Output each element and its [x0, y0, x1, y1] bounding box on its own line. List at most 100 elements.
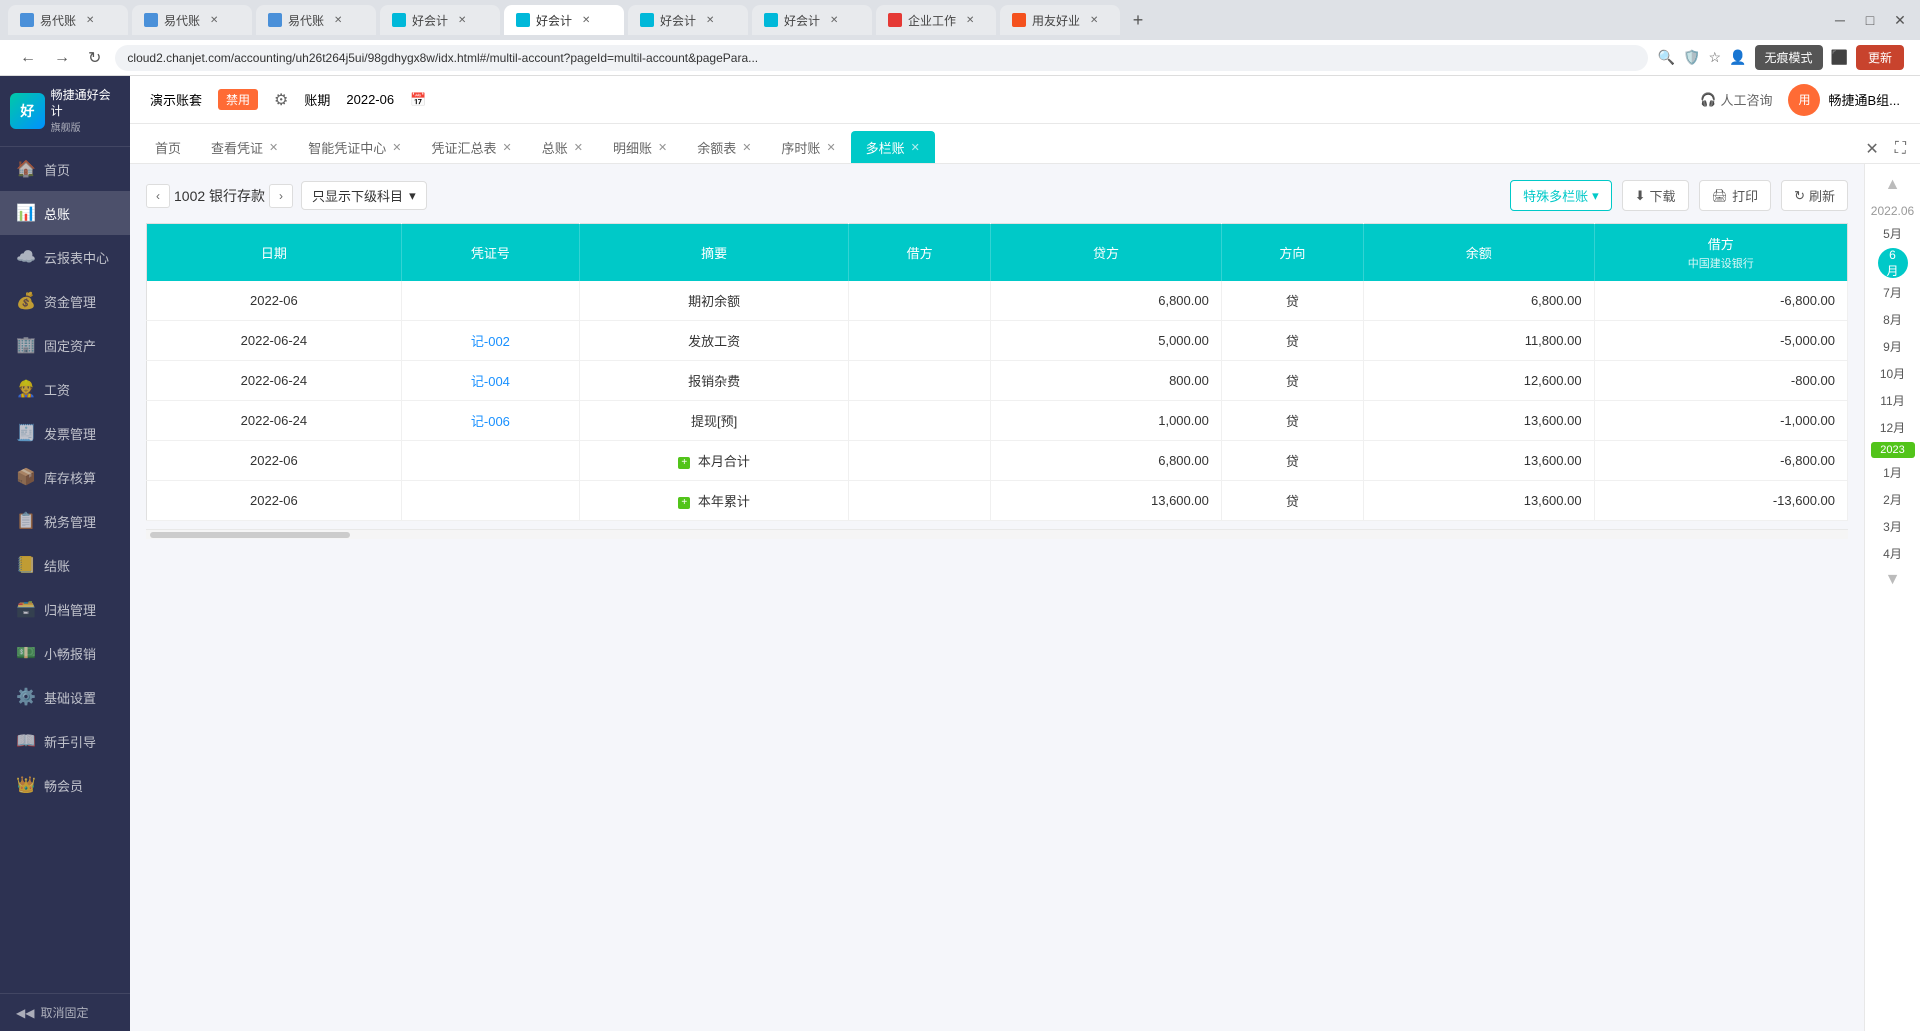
tab-close-1[interactable]: ✕: [86, 15, 94, 26]
timeline-month-apr[interactable]: 4月: [1871, 541, 1915, 566]
tab-multi-column[interactable]: 多栏账 ✕: [851, 131, 935, 163]
browser-tab-5[interactable]: 好会计 ✕: [504, 5, 624, 35]
timeline-month-jun[interactable]: 6月: [1878, 248, 1908, 278]
browser-tab-6[interactable]: 好会计 ✕: [628, 5, 748, 35]
sidebar-item-fund[interactable]: 💰 资金管理: [0, 279, 130, 323]
timeline-month-jul[interactable]: 7月: [1871, 280, 1915, 305]
sidebar-item-settings[interactable]: ⚙️ 基础设置: [0, 675, 130, 719]
update-button[interactable]: 更新: [1856, 45, 1904, 70]
star-icon[interactable]: ☆: [1709, 49, 1722, 66]
print-button[interactable]: 🖨 打印: [1699, 180, 1772, 211]
url-input[interactable]: [115, 45, 1647, 71]
timeline-month-nov[interactable]: 11月: [1871, 388, 1915, 413]
tab-balance-close[interactable]: ✕: [742, 141, 751, 154]
browser-tab-8[interactable]: 企业工作 ✕: [876, 5, 996, 35]
timeline-month-mar[interactable]: 3月: [1871, 514, 1915, 539]
tab-close-9[interactable]: ✕: [1090, 15, 1098, 26]
tab-smart-voucher[interactable]: 智能凭证中心 ✕: [293, 131, 416, 163]
sidebar-item-guide[interactable]: 📖 新手引导: [0, 719, 130, 763]
sidebar-item-inventory[interactable]: 📦 库存核算: [0, 455, 130, 499]
forward-button[interactable]: →: [50, 45, 74, 71]
minimize-button[interactable]: ─: [1828, 8, 1852, 32]
sidebar-item-close[interactable]: 📒 结账: [0, 543, 130, 587]
close-button[interactable]: ✕: [1888, 8, 1912, 32]
expand-tab-button[interactable]: ⛶: [1891, 136, 1910, 162]
tab-sequence[interactable]: 序时账 ✕: [766, 131, 850, 163]
sidebar-item-invoice[interactable]: 🧾 发票管理: [0, 411, 130, 455]
tab-multi-column-close[interactable]: ✕: [911, 141, 920, 154]
cell-voucher-2[interactable]: 记-004: [401, 361, 579, 401]
browser-tab-4[interactable]: 好会计 ✕: [380, 5, 500, 35]
tab-voucher-summary-close[interactable]: ✕: [503, 141, 512, 154]
profile-icon[interactable]: 👤: [1729, 49, 1746, 66]
user-info[interactable]: 用 畅捷通B组...: [1788, 84, 1900, 116]
special-multicolumn-button[interactable]: 特殊多栏账 ▾: [1510, 180, 1612, 211]
timeline-month-aug[interactable]: 8月: [1871, 307, 1915, 332]
tab-voucher[interactable]: 查看凭证 ✕: [196, 131, 293, 163]
timeline-month-feb[interactable]: 2月: [1871, 487, 1915, 512]
tab-detail-ledger-close[interactable]: ✕: [658, 141, 667, 154]
tab-close-5[interactable]: ✕: [582, 15, 590, 26]
sidebar-item-salary[interactable]: 👷 工资: [0, 367, 130, 411]
sidebar-item-fixed-assets[interactable]: 🏢 固定资产: [0, 323, 130, 367]
filter-select[interactable]: 只显示下级科目 ▾: [301, 181, 427, 210]
download-button[interactable]: ⬇ 下载: [1622, 180, 1689, 211]
tab-close-6[interactable]: ✕: [706, 15, 714, 26]
timeline-month-sep[interactable]: 9月: [1871, 334, 1915, 359]
cell-voucher-3[interactable]: 记-006: [401, 401, 579, 441]
tab-close-3[interactable]: ✕: [334, 15, 342, 26]
tab-sequence-close[interactable]: ✕: [826, 141, 835, 154]
extensions-icon[interactable]: ⬛: [1831, 49, 1848, 66]
sidebar-item-expense[interactable]: 💵 小畅报销: [0, 631, 130, 675]
browser-tab-1[interactable]: 易代账 ✕: [8, 5, 128, 35]
timeline-up-arrow[interactable]: ▲: [1885, 176, 1901, 194]
timeline-month-jan[interactable]: 1月: [1871, 460, 1915, 485]
cell-voucher-1[interactable]: 记-002: [401, 321, 579, 361]
service-button[interactable]: 🎧 人工咨询: [1700, 90, 1772, 109]
tab-general-ledger[interactable]: 总账 ✕: [527, 131, 598, 163]
tab-home[interactable]: 首页: [140, 131, 196, 163]
sidebar-item-archive[interactable]: 🗃️ 归档管理: [0, 587, 130, 631]
tab-general-ledger-close[interactable]: ✕: [574, 141, 583, 154]
close-tab-button[interactable]: ✕: [1861, 135, 1882, 163]
tab-close-4[interactable]: ✕: [458, 15, 466, 26]
tab-close-7[interactable]: ✕: [830, 15, 838, 26]
timeline-month-oct[interactable]: 10月: [1871, 361, 1915, 386]
sidebar-item-member[interactable]: 👑 畅会员: [0, 763, 130, 807]
prev-account-button[interactable]: ‹: [146, 184, 170, 208]
sidebar-item-ledger[interactable]: 📊 总账: [0, 191, 130, 235]
maximize-button[interactable]: □: [1858, 8, 1882, 32]
service-label: 人工咨询: [1720, 90, 1772, 109]
tab-close-2[interactable]: ✕: [210, 15, 218, 26]
tab-smart-voucher-close[interactable]: ✕: [392, 141, 401, 154]
incognito-button[interactable]: 无痕模式: [1755, 45, 1823, 70]
sidebar-item-cloud-report[interactable]: ☁️ 云报表中心: [0, 235, 130, 279]
back-button[interactable]: ←: [16, 45, 40, 71]
scrollbar-thumb[interactable]: [150, 532, 350, 538]
horizontal-scrollbar[interactable]: [146, 529, 1848, 539]
cell-voucher-4: [401, 441, 579, 481]
new-tab-button[interactable]: +: [1124, 6, 1152, 34]
timeline-month-may[interactable]: 5月: [1871, 221, 1915, 246]
browser-tab-3[interactable]: 易代账 ✕: [256, 5, 376, 35]
timeline-month-dec[interactable]: 12月: [1871, 415, 1915, 440]
tab-detail-ledger[interactable]: 明细账 ✕: [598, 131, 682, 163]
timeline-down-arrow[interactable]: ▼: [1885, 571, 1901, 589]
refresh-button[interactable]: ↻ 刷新: [1781, 180, 1848, 211]
tab-balance[interactable]: 余额表 ✕: [682, 131, 766, 163]
tab-close-8[interactable]: ✕: [966, 15, 974, 26]
sidebar-item-home[interactable]: 🏠 首页: [0, 147, 130, 191]
next-account-button[interactable]: ›: [269, 184, 293, 208]
tab-voucher-close[interactable]: ✕: [269, 141, 278, 154]
sidebar-item-tax[interactable]: 📋 税务管理: [0, 499, 130, 543]
shield-icon[interactable]: 🛡️: [1683, 49, 1700, 66]
settings-gear-icon[interactable]: ⚙: [274, 90, 288, 110]
browser-tab-7[interactable]: 好会计 ✕: [752, 5, 872, 35]
search-icon[interactable]: 🔍: [1658, 49, 1675, 66]
reload-button[interactable]: ↻: [84, 44, 105, 72]
browser-tab-2[interactable]: 易代账 ✕: [132, 5, 252, 35]
pin-sidebar-button[interactable]: ◀◀ 取消固定: [16, 1004, 114, 1021]
calendar-icon[interactable]: 📅: [410, 92, 426, 108]
browser-tab-9[interactable]: 用友好业 ✕: [1000, 5, 1120, 35]
tab-voucher-summary[interactable]: 凭证汇总表 ✕: [416, 131, 526, 163]
